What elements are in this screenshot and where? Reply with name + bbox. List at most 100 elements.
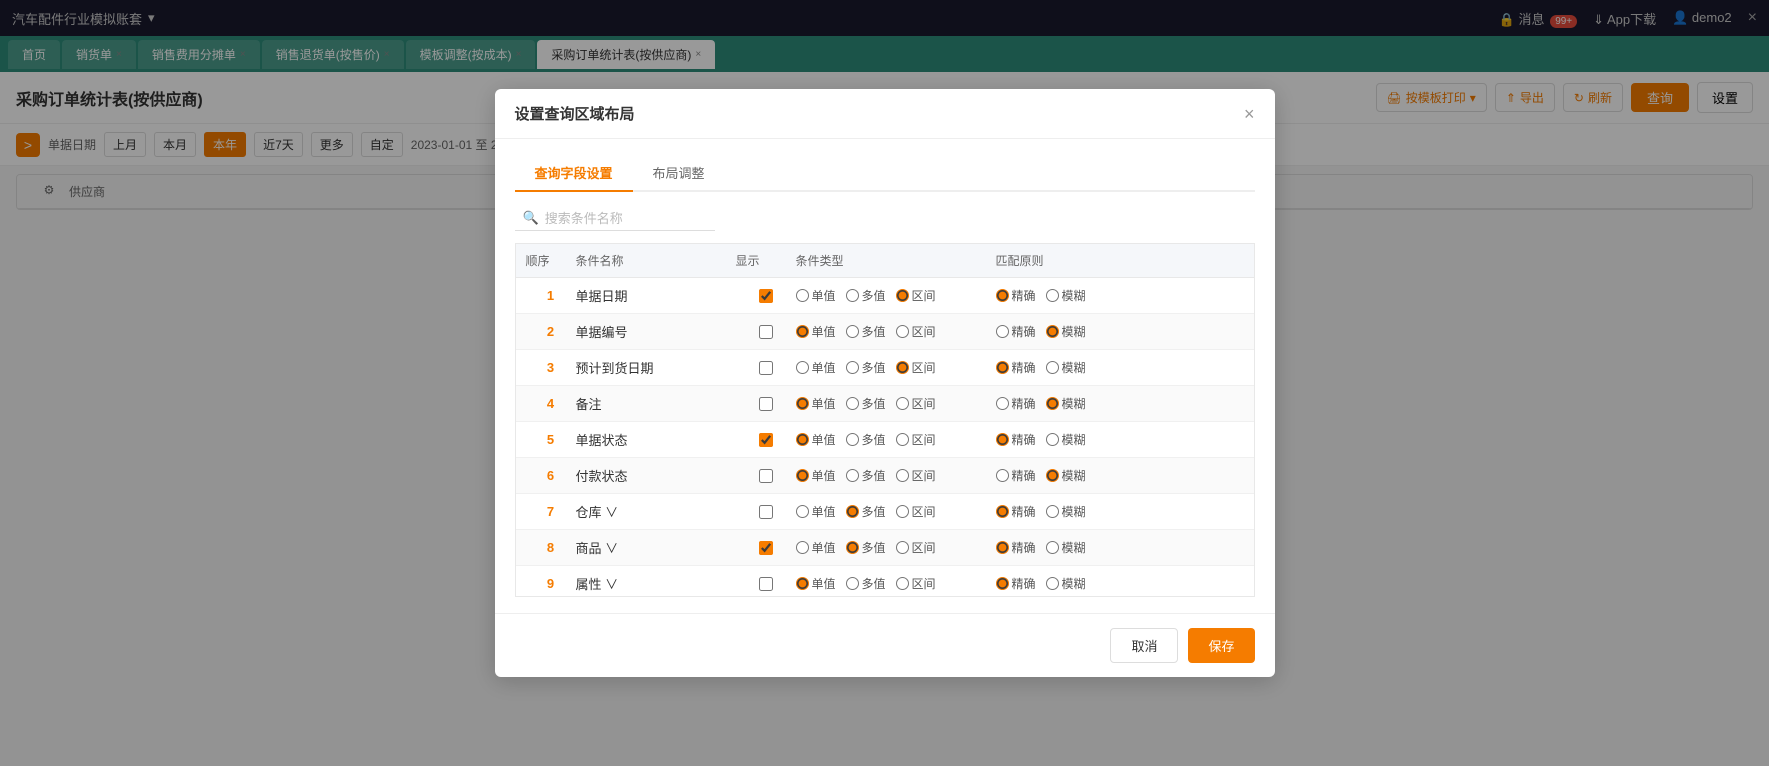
type-option-区间-5[interactable]: 区间	[896, 431, 936, 448]
match-option-精确-6[interactable]: 精确	[996, 467, 1036, 484]
type-radio-多值-6[interactable]	[846, 469, 859, 482]
type-radio-多值-3[interactable]	[846, 361, 859, 374]
match-option-模糊-9[interactable]: 模糊	[1046, 575, 1086, 592]
match-radio-精确-3[interactable]	[996, 361, 1009, 374]
type-option-区间-4[interactable]: 区间	[896, 395, 936, 412]
tab-layout-adjust[interactable]: 布局调整	[633, 155, 725, 192]
type-option-区间-6[interactable]: 区间	[896, 467, 936, 484]
row-display-5[interactable]	[736, 433, 796, 447]
type-option-多值-5[interactable]: 多值	[846, 431, 886, 448]
type-option-多值-1[interactable]: 多值	[846, 287, 886, 304]
match-option-模糊-8[interactable]: 模糊	[1046, 539, 1086, 556]
type-option-多值-3[interactable]: 多值	[846, 359, 886, 376]
type-radio-区间-7[interactable]	[896, 505, 909, 518]
match-option-精确-1[interactable]: 精确	[996, 287, 1036, 304]
display-checkbox-3[interactable]	[759, 361, 773, 375]
row-display-9[interactable]	[736, 577, 796, 591]
type-option-单值-4[interactable]: 单值	[796, 395, 836, 412]
type-radio-区间-4[interactable]	[896, 397, 909, 410]
display-checkbox-9[interactable]	[759, 577, 773, 591]
type-radio-单值-9[interactable]	[796, 577, 809, 590]
match-option-精确-7[interactable]: 精确	[996, 503, 1036, 520]
match-radio-模糊-5[interactable]	[1046, 433, 1059, 446]
type-radio-区间-3[interactable]	[896, 361, 909, 374]
type-option-单值-7[interactable]: 单值	[796, 503, 836, 520]
match-radio-精确-2[interactable]	[996, 325, 1009, 338]
type-radio-区间-9[interactable]	[896, 577, 909, 590]
cancel-button[interactable]: 取消	[1110, 628, 1178, 663]
match-radio-模糊-1[interactable]	[1046, 289, 1059, 302]
type-radio-单值-1[interactable]	[796, 289, 809, 302]
row-display-2[interactable]	[736, 325, 796, 339]
display-checkbox-8[interactable]	[759, 541, 773, 555]
type-option-多值-2[interactable]: 多值	[846, 323, 886, 340]
type-radio-单值-7[interactable]	[796, 505, 809, 518]
match-option-精确-2[interactable]: 精确	[996, 323, 1036, 340]
type-radio-区间-1[interactable]	[896, 289, 909, 302]
match-option-模糊-4[interactable]: 模糊	[1046, 395, 1086, 412]
match-radio-模糊-4[interactable]	[1046, 397, 1059, 410]
type-option-区间-7[interactable]: 区间	[896, 503, 936, 520]
type-option-多值-9[interactable]: 多值	[846, 575, 886, 592]
display-checkbox-4[interactable]	[759, 397, 773, 411]
type-radio-多值-1[interactable]	[846, 289, 859, 302]
match-option-精确-5[interactable]: 精确	[996, 431, 1036, 448]
tab-query-fields[interactable]: 查询字段设置	[515, 155, 633, 192]
match-radio-模糊-2[interactable]	[1046, 325, 1059, 338]
modal-close-button[interactable]: ×	[1244, 105, 1255, 123]
type-option-多值-6[interactable]: 多值	[846, 467, 886, 484]
row-display-4[interactable]	[736, 397, 796, 411]
search-input[interactable]	[545, 211, 707, 226]
match-radio-精确-8[interactable]	[996, 541, 1009, 554]
match-option-精确-4[interactable]: 精确	[996, 395, 1036, 412]
match-option-模糊-7[interactable]: 模糊	[1046, 503, 1086, 520]
type-radio-多值-5[interactable]	[846, 433, 859, 446]
match-radio-精确-7[interactable]	[996, 505, 1009, 518]
match-option-模糊-3[interactable]: 模糊	[1046, 359, 1086, 376]
type-option-区间-1[interactable]: 区间	[896, 287, 936, 304]
match-option-精确-3[interactable]: 精确	[996, 359, 1036, 376]
type-option-单值-1[interactable]: 单值	[796, 287, 836, 304]
display-checkbox-5[interactable]	[759, 433, 773, 447]
type-option-多值-4[interactable]: 多值	[846, 395, 886, 412]
match-radio-模糊-8[interactable]	[1046, 541, 1059, 554]
type-option-区间-8[interactable]: 区间	[896, 539, 936, 556]
type-option-单值-5[interactable]: 单值	[796, 431, 836, 448]
save-button[interactable]: 保存	[1188, 628, 1254, 663]
match-radio-精确-4[interactable]	[996, 397, 1009, 410]
type-radio-多值-7[interactable]	[846, 505, 859, 518]
match-option-模糊-5[interactable]: 模糊	[1046, 431, 1086, 448]
type-option-单值-2[interactable]: 单值	[796, 323, 836, 340]
type-radio-区间-5[interactable]	[896, 433, 909, 446]
display-checkbox-2[interactable]	[759, 325, 773, 339]
display-checkbox-7[interactable]	[759, 505, 773, 519]
type-option-区间-9[interactable]: 区间	[896, 575, 936, 592]
match-radio-精确-6[interactable]	[996, 469, 1009, 482]
type-radio-多值-8[interactable]	[846, 541, 859, 554]
row-display-6[interactable]	[736, 469, 796, 483]
row-display-1[interactable]	[736, 289, 796, 303]
match-radio-精确-1[interactable]	[996, 289, 1009, 302]
type-radio-多值-9[interactable]	[846, 577, 859, 590]
display-checkbox-1[interactable]	[759, 289, 773, 303]
match-option-模糊-2[interactable]: 模糊	[1046, 323, 1086, 340]
type-option-单值-6[interactable]: 单值	[796, 467, 836, 484]
match-option-模糊-1[interactable]: 模糊	[1046, 287, 1086, 304]
row-display-3[interactable]	[736, 361, 796, 375]
type-option-区间-3[interactable]: 区间	[896, 359, 936, 376]
type-radio-多值-4[interactable]	[846, 397, 859, 410]
type-option-区间-2[interactable]: 区间	[896, 323, 936, 340]
match-option-精确-8[interactable]: 精确	[996, 539, 1036, 556]
match-radio-模糊-3[interactable]	[1046, 361, 1059, 374]
type-radio-单值-6[interactable]	[796, 469, 809, 482]
row-display-7[interactable]	[736, 505, 796, 519]
type-option-单值-8[interactable]: 单值	[796, 539, 836, 556]
match-option-模糊-6[interactable]: 模糊	[1046, 467, 1086, 484]
type-option-单值-3[interactable]: 单值	[796, 359, 836, 376]
match-option-精确-9[interactable]: 精确	[996, 575, 1036, 592]
type-radio-单值-5[interactable]	[796, 433, 809, 446]
type-radio-区间-2[interactable]	[896, 325, 909, 338]
display-checkbox-6[interactable]	[759, 469, 773, 483]
type-radio-单值-8[interactable]	[796, 541, 809, 554]
type-option-单值-9[interactable]: 单值	[796, 575, 836, 592]
